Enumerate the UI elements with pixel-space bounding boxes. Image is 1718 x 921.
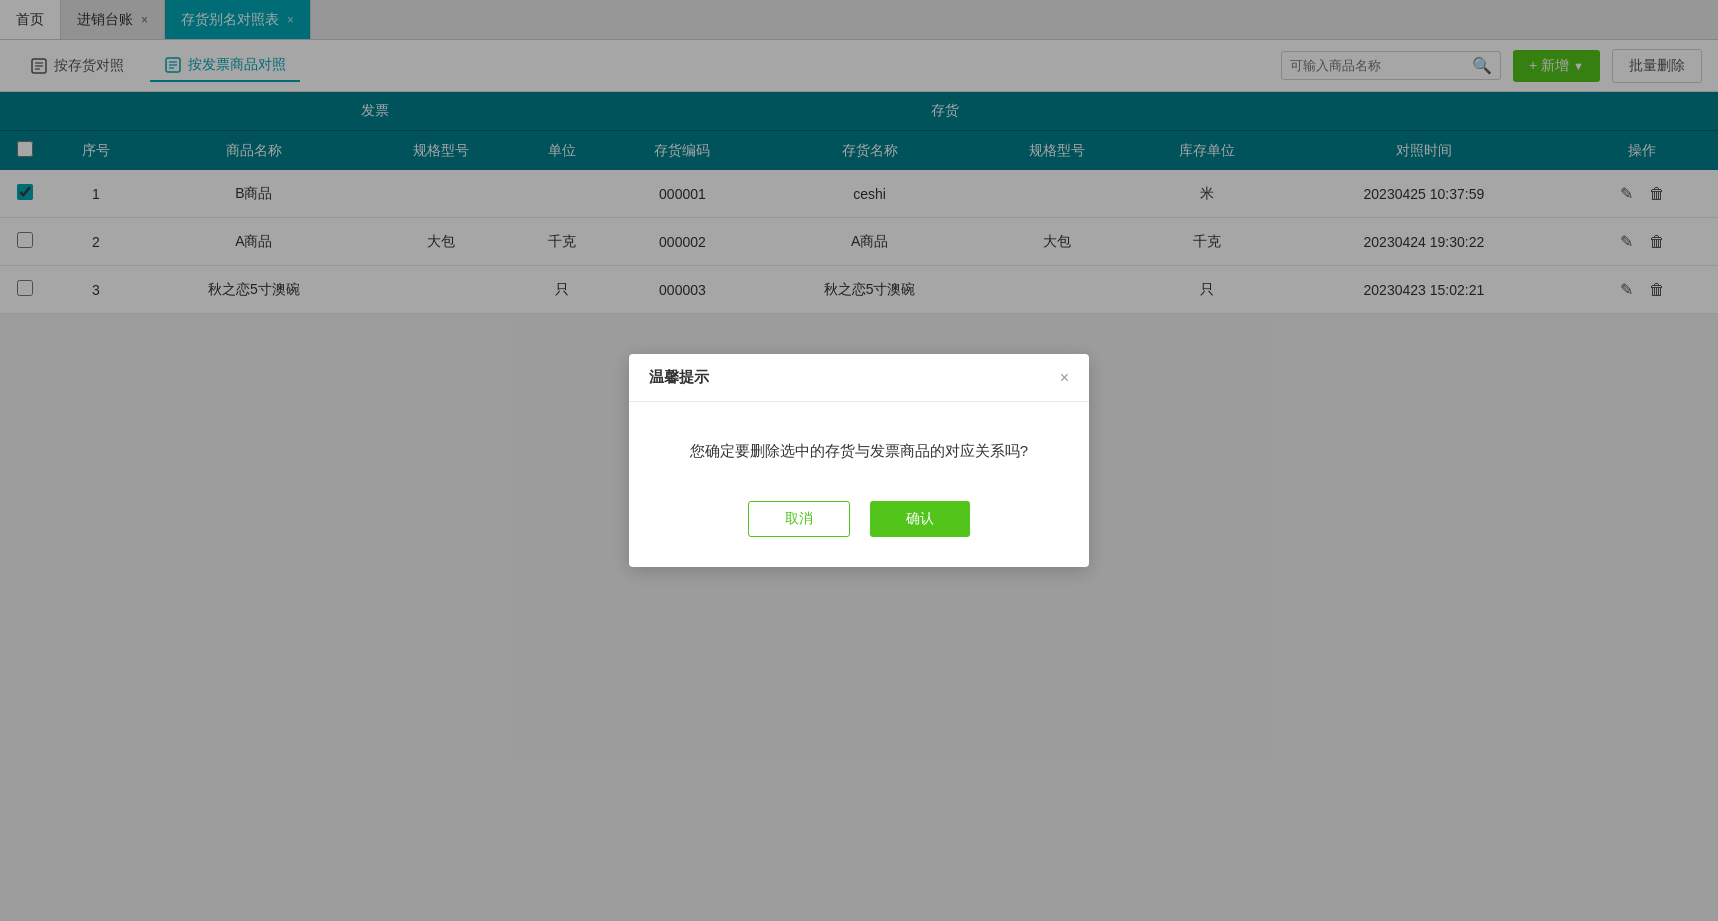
dialog-footer: 取消 确认 xyxy=(629,491,1089,567)
dialog-message: 您确定要删除选中的存货与发票商品的对应关系吗? xyxy=(690,442,1028,459)
dialog-title: 温馨提示 xyxy=(649,368,709,387)
cancel-button[interactable]: 取消 xyxy=(748,501,850,537)
dialog-close-button[interactable]: × xyxy=(1060,370,1069,386)
dialog-header: 温馨提示 × xyxy=(629,354,1089,402)
dialog-body: 您确定要删除选中的存货与发票商品的对应关系吗? xyxy=(629,402,1089,491)
dialog: 温馨提示 × 您确定要删除选中的存货与发票商品的对应关系吗? 取消 确认 xyxy=(629,354,1089,567)
dialog-overlay: 温馨提示 × 您确定要删除选中的存货与发票商品的对应关系吗? 取消 确认 xyxy=(0,0,1718,921)
confirm-button[interactable]: 确认 xyxy=(870,501,970,537)
